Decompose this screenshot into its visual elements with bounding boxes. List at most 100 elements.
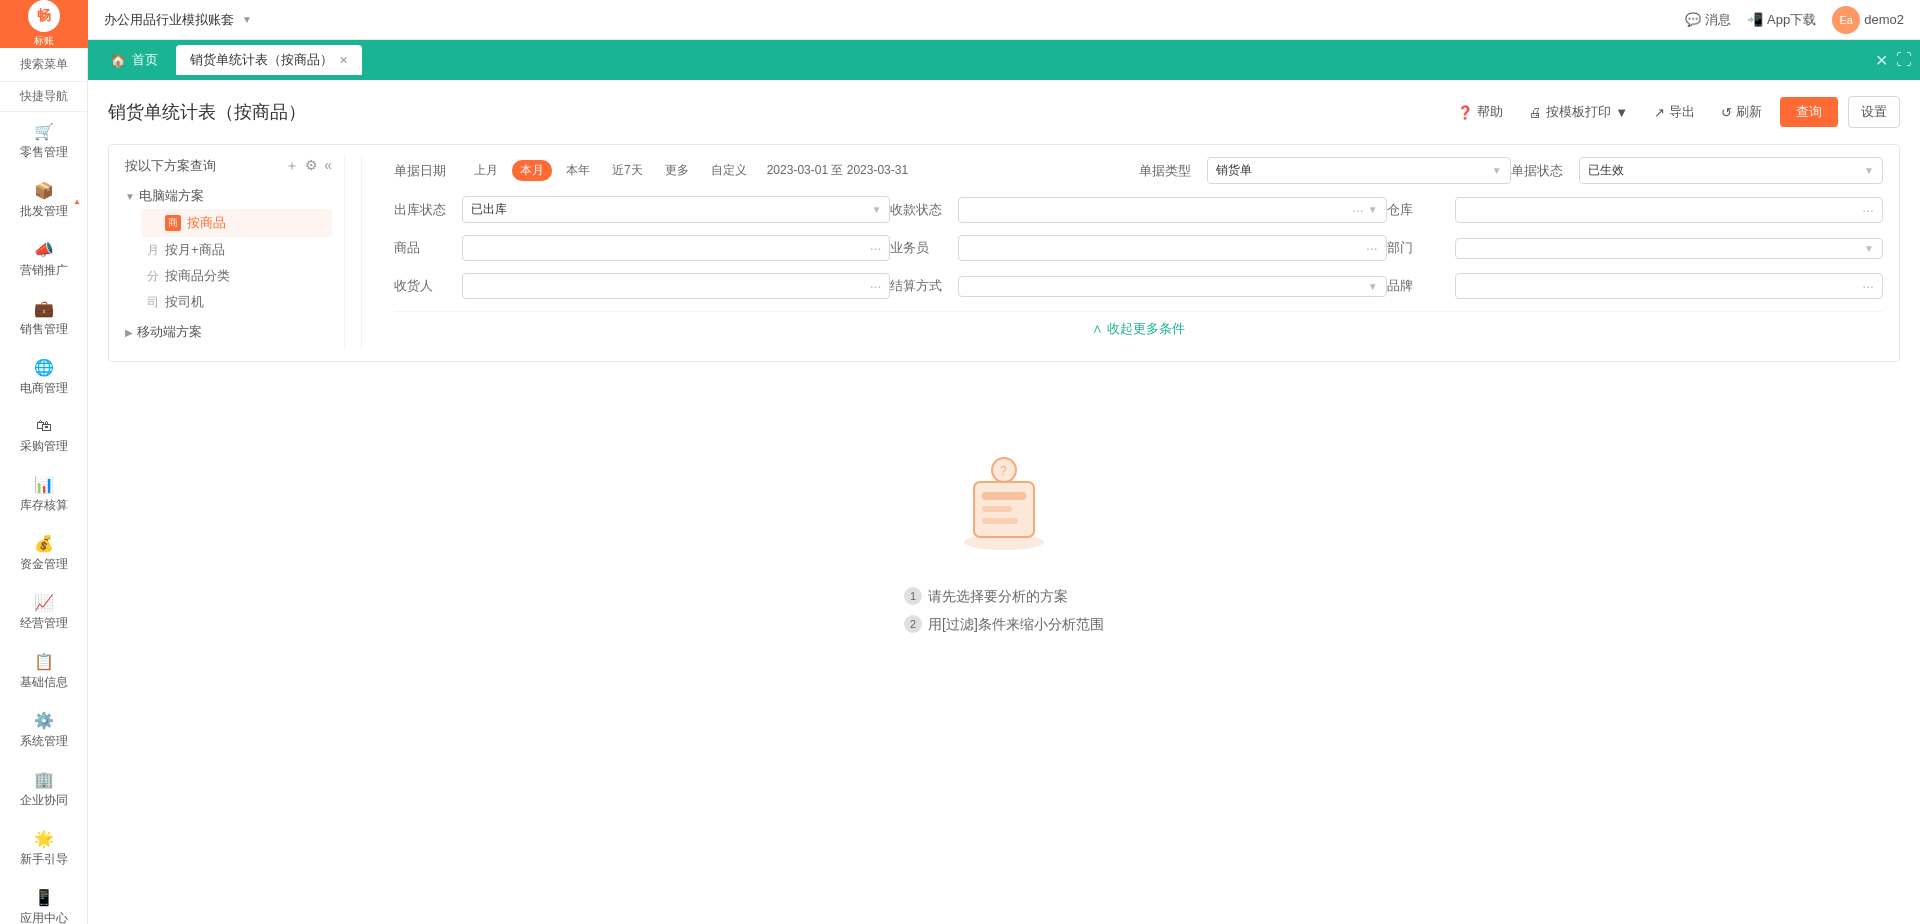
search-menu[interactable]: 搜索菜单	[0, 48, 87, 82]
tree-item-by-product-category[interactable]: 分 按商品分类	[141, 263, 332, 289]
scheme-panel-header: 按以下方案查询 ＋ ⚙ «	[125, 157, 332, 175]
quick-nav[interactable]: 快捷导航	[0, 82, 87, 112]
receipt-status-control[interactable]: ··· ▼	[958, 197, 1386, 223]
app-download-btn[interactable]: 📲 App下载	[1747, 11, 1816, 29]
product-dots[interactable]: ···	[870, 240, 882, 256]
scheme-tree: ▼ 电脑端方案 商 按商品	[125, 183, 332, 345]
salesperson-field: 业务员 ···	[890, 235, 1386, 261]
help-icon: ❓	[1457, 105, 1473, 120]
app-center-icon: 📱	[34, 888, 54, 907]
salesperson-control[interactable]: ···	[958, 235, 1386, 261]
scheme-add-btn[interactable]: ＋	[285, 157, 299, 175]
this-year-btn[interactable]: 本年	[558, 160, 598, 181]
message-btn[interactable]: 💬 消息	[1685, 11, 1731, 29]
doc-type-label: 单据类型	[1139, 162, 1199, 180]
tree-item-by-cashier[interactable]: 司 按司机	[141, 289, 332, 315]
print-btn[interactable]: 🖨 按模板打印 ▼	[1521, 99, 1636, 125]
sidebar-item-ecommerce[interactable]: 🌐 电商管理	[0, 348, 87, 407]
sidebar-item-wholesale[interactable]: 📦 批发管理	[0, 171, 87, 230]
svg-text:?: ?	[1000, 464, 1007, 478]
empty-step-2: 2 用[过滤]条件来缩小分析范围	[904, 610, 1104, 638]
help-btn[interactable]: ❓ 帮助	[1449, 99, 1511, 125]
sidebar-item-enterprise[interactable]: 🏢 企业协同	[0, 760, 87, 819]
scheme-collapse-btn[interactable]: «	[324, 157, 332, 175]
basic-icon: 📋	[34, 652, 54, 671]
sidebar-item-inventory[interactable]: 📊 库存核算	[0, 465, 87, 524]
breadcrumb-dropdown-icon[interactable]: ▼	[242, 14, 252, 25]
recipient-dots[interactable]: ···	[870, 278, 882, 294]
department-label: 部门	[1387, 239, 1447, 257]
brand-dots[interactable]: ···	[1862, 278, 1874, 294]
sidebar-item-system[interactable]: ⚙️ 系统管理	[0, 701, 87, 760]
tab-close-all-btn[interactable]: ✕	[1875, 51, 1888, 70]
tree-item-by-product[interactable]: 商 按商品	[141, 209, 332, 237]
product-control[interactable]: ···	[462, 235, 890, 261]
tab-expand-btn[interactable]: ⛶	[1896, 51, 1912, 70]
department-field: 部门 ▼	[1387, 238, 1883, 259]
settlement-control[interactable]: ▼	[958, 276, 1386, 297]
query-btn[interactable]: 查询	[1780, 97, 1838, 127]
out-status-control[interactable]: 已出库 ▼	[462, 196, 890, 223]
recipient-field: 收货人 ···	[394, 273, 890, 299]
tree-group-desktop: ▼ 电脑端方案 商 按商品	[125, 183, 332, 315]
this-month-btn[interactable]: 本月	[512, 160, 552, 181]
sidebar-item-newbie[interactable]: 🌟 新手引导	[0, 819, 87, 878]
doc-status-control[interactable]: 已生效 ▼	[1579, 157, 1883, 184]
salesperson-dots[interactable]: ···	[1366, 240, 1378, 256]
sidebar-item-marketing[interactable]: 📣 营销推广	[0, 230, 87, 289]
custom-btn[interactable]: 自定义	[703, 160, 755, 181]
tab-close-btn[interactable]: ✕	[339, 54, 348, 67]
more-btn[interactable]: 更多	[657, 160, 697, 181]
warehouse-control[interactable]: ···	[1455, 197, 1883, 223]
page-actions: ❓ 帮助 🖨 按模板打印 ▼ ↗ 导出 ↺ 刷新	[1449, 96, 1900, 128]
tab-home[interactable]: 🏠 首页	[96, 45, 172, 75]
filter-row-4: 收货人 ··· 结算方式 ▼	[394, 273, 1883, 299]
sub-icon-category: 分	[147, 268, 159, 285]
sidebar-item-retail[interactable]: 🛒 零售管理	[0, 112, 87, 171]
last-month-btn[interactable]: 上月	[466, 160, 506, 181]
inventory-icon: 📊	[34, 475, 54, 494]
sidebar-item-operations[interactable]: 📈 经营管理	[0, 583, 87, 642]
page-header: 销货单统计表（按商品） ❓ 帮助 🖨 按模板打印 ▼ ↗ 导出	[108, 96, 1900, 128]
warehouse-dots[interactable]: ···	[1862, 202, 1874, 218]
ecommerce-icon: 🌐	[34, 358, 54, 377]
warehouse-label: 仓库	[1387, 201, 1447, 219]
empty-step-1: 1 请先选择要分析的方案	[904, 582, 1104, 610]
settings-btn[interactable]: 设置	[1848, 96, 1900, 128]
receipt-status-arrow: ▼	[1368, 204, 1378, 215]
collapse-arrow: ∧	[1092, 321, 1103, 336]
sidebar-item-sales[interactable]: 💼 销售管理	[0, 289, 87, 348]
tabbar: 🏠 首页 销货单统计表（按商品） ✕ ✕ ⛶	[88, 40, 1920, 80]
sidebar-item-finance[interactable]: 💰 资金管理	[0, 524, 87, 583]
scheme-settings-icon[interactable]: ⚙	[305, 157, 318, 175]
brand-control[interactable]: ···	[1455, 273, 1883, 299]
collapse-conditions-btn[interactable]: ∧ 收起更多条件	[394, 311, 1883, 346]
tree-item-by-month-product[interactable]: 月 按月+商品	[141, 237, 332, 263]
tab-sales-stat[interactable]: 销货单统计表（按商品） ✕	[176, 45, 362, 75]
print-dropdown-icon[interactable]: ▼	[1615, 105, 1628, 120]
topbar-right: 💬 消息 📲 App下载 Ea demo2	[1685, 6, 1904, 34]
recipient-control[interactable]: ···	[462, 273, 890, 299]
salesperson-label: 业务员	[890, 239, 950, 257]
doc-type-control[interactable]: 销货单 ▼	[1207, 157, 1511, 184]
sidebar-item-app-center[interactable]: 📱 应用中心	[0, 878, 87, 924]
doc-status-value: 已生效	[1588, 162, 1860, 179]
tree-mobile-arrow: ▶	[125, 327, 133, 338]
date-range-value: 2023-03-01 至 2023-03-31	[767, 162, 908, 179]
user-avatar-btn[interactable]: Ea demo2	[1832, 6, 1904, 34]
receipt-status-dots[interactable]: ···	[1352, 202, 1364, 218]
sidebar-item-purchase[interactable]: 🛍 采购管理	[0, 407, 87, 465]
operations-icon: 📈	[34, 593, 54, 612]
tabbar-controls: ✕ ⛶	[1875, 51, 1912, 70]
sidebar-item-basic[interactable]: 📋 基础信息	[0, 642, 87, 701]
department-control[interactable]: ▼	[1455, 238, 1883, 259]
export-btn[interactable]: ↗ 导出	[1646, 99, 1703, 125]
tree-group-mobile-header[interactable]: ▶ 移动端方案	[125, 319, 332, 345]
refresh-btn[interactable]: ↺ 刷新	[1713, 99, 1770, 125]
tree-group-desktop-header[interactable]: ▼ 电脑端方案	[125, 183, 332, 209]
svg-rect-4	[982, 518, 1018, 524]
last-7-days-btn[interactable]: 近7天	[604, 160, 651, 181]
tree-desktop-items: 商 按商品 月 按月+商品 分 按商品分类	[125, 209, 332, 315]
app-logo[interactable]: 畅 标账	[0, 0, 88, 48]
date-label: 单据日期	[394, 162, 454, 180]
